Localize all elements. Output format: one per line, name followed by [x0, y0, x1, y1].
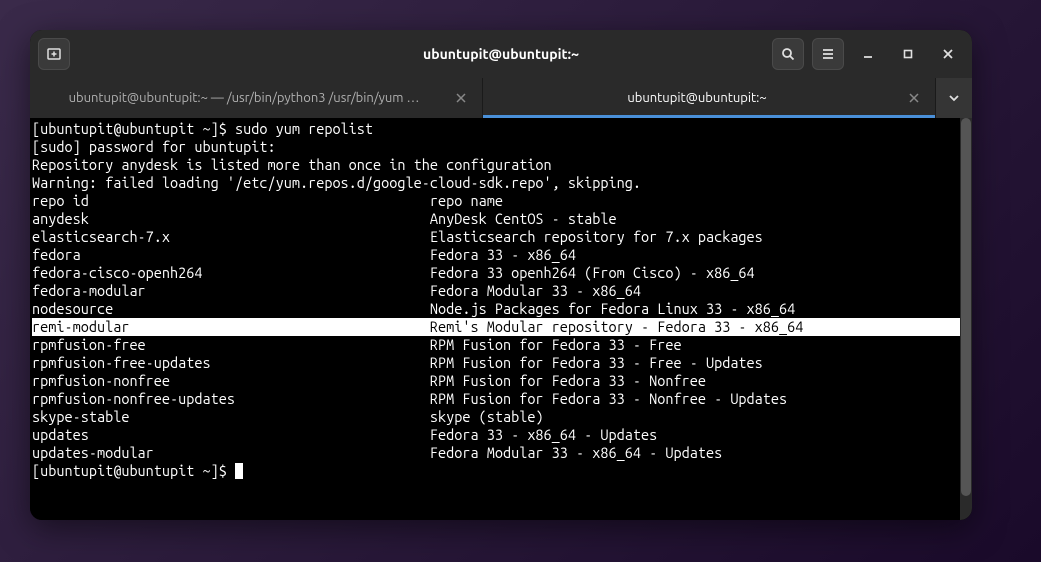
terminal-line: skype-stable skype (stable): [32, 408, 970, 426]
terminal-line: rpmfusion-nonfree-updates RPM Fusion for…: [32, 390, 970, 408]
terminal-content[interactable]: [ubuntupit@ubuntupit ~]$ sudo yum repoli…: [32, 120, 970, 480]
tab-close-button[interactable]: [452, 89, 470, 107]
terminal-line: rpmfusion-nonfree RPM Fusion for Fedora …: [32, 372, 970, 390]
maximize-icon: [901, 47, 915, 61]
new-tab-button[interactable]: [38, 38, 70, 70]
terminal-prompt-line: [ubuntupit@ubuntupit ~]$: [32, 462, 970, 480]
terminal-line: [sudo] password for ubuntupit:: [32, 138, 970, 156]
tab-0[interactable]: ubuntupit@ubuntupit:~ — /usr/bin/python3…: [30, 78, 483, 118]
close-icon: [941, 47, 955, 61]
scrollbar[interactable]: [960, 118, 972, 520]
terminal-line: updates-modular Fedora Modular 33 - x86_…: [32, 444, 970, 462]
search-icon: [780, 46, 796, 62]
tab-close-button[interactable]: [905, 89, 923, 107]
terminal-line: rpmfusion-free RPM Fusion for Fedora 33 …: [32, 336, 970, 354]
terminal-cursor: [235, 463, 243, 479]
minimize-button[interactable]: [852, 38, 884, 70]
minimize-icon: [861, 47, 875, 61]
terminal-line: repo id repo name: [32, 192, 970, 210]
terminal-body[interactable]: [ubuntupit@ubuntupit ~]$ sudo yum repoli…: [30, 118, 972, 520]
terminal-line: nodesource Node.js Packages for Fedora L…: [32, 300, 970, 318]
tab-label: ubuntupit@ubuntupit:~ — /usr/bin/python3…: [42, 91, 446, 105]
terminal-line: anydesk AnyDesk CentOS - stable: [32, 210, 970, 228]
terminal-line: [ubuntupit@ubuntupit ~]$ sudo yum repoli…: [32, 120, 970, 138]
close-icon: [456, 93, 466, 103]
close-button[interactable]: [932, 38, 964, 70]
window-title: ubuntupit@ubuntupit:~: [423, 46, 579, 62]
new-tab-icon: [46, 46, 62, 62]
titlebar: ubuntupit@ubuntupit:~: [30, 30, 972, 78]
scrollbar-thumb[interactable]: [961, 118, 971, 496]
terminal-line: fedora-cisco-openh264 Fedora 33 openh264…: [32, 264, 970, 282]
terminal-line: rpmfusion-free-updates RPM Fusion for Fe…: [32, 354, 970, 372]
terminal-window: ubuntupit@ubuntupit:~: [30, 30, 972, 520]
tab-label: ubuntupit@ubuntupit:~: [495, 91, 899, 105]
tabbar: ubuntupit@ubuntupit:~ — /usr/bin/python3…: [30, 78, 972, 118]
terminal-line: Warning: failed loading '/etc/yum.repos.…: [32, 174, 970, 192]
terminal-line: remi-modular Remi's Modular repository -…: [32, 318, 970, 336]
terminal-line: fedora-modular Fedora Modular 33 - x86_6…: [32, 282, 970, 300]
terminal-prompt: [ubuntupit@ubuntupit ~]$: [32, 462, 235, 479]
terminal-line: elasticsearch-7.x Elasticsearch reposito…: [32, 228, 970, 246]
hamburger-icon: [820, 46, 836, 62]
chevron-down-icon: [948, 92, 960, 104]
close-icon: [909, 93, 919, 103]
terminal-line: updates Fedora 33 - x86_64 - Updates: [32, 426, 970, 444]
terminal-line: fedora Fedora 33 - x86_64: [32, 246, 970, 264]
maximize-button[interactable]: [892, 38, 924, 70]
menu-button[interactable]: [812, 38, 844, 70]
tab-dropdown-button[interactable]: [936, 78, 972, 118]
search-button[interactable]: [772, 38, 804, 70]
tab-1[interactable]: ubuntupit@ubuntupit:~: [483, 78, 936, 118]
terminal-line: Repository anydesk is listed more than o…: [32, 156, 970, 174]
window-controls: [772, 38, 964, 70]
